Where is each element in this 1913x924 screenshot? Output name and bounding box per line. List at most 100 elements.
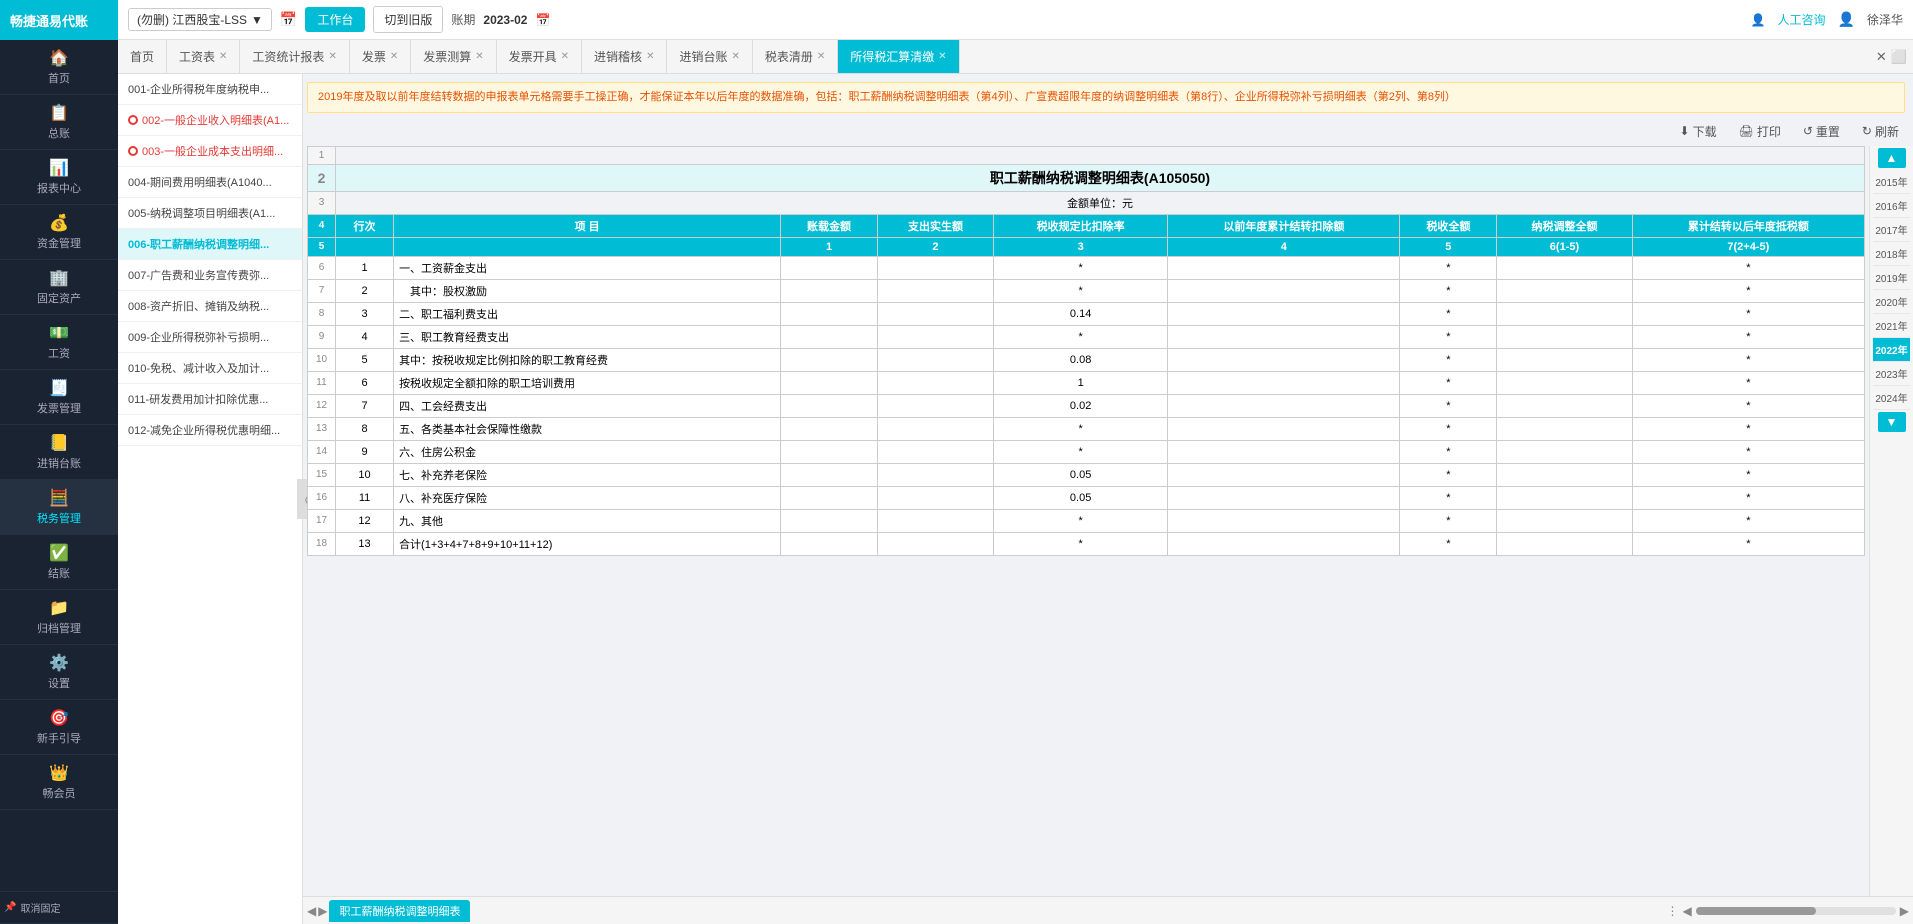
sidebar-item-ledger[interactable]: 📋 总账 [0,95,118,150]
tab-invoice[interactable]: 发票 ✕ [350,40,411,73]
list-item-009[interactable]: 009-企业所得税弥补亏损明... [118,322,302,353]
year-item[interactable]: 2021年 [1873,314,1909,338]
list-item-007[interactable]: 007-广告费和业务宣传费弥... [118,260,302,291]
cell-c6[interactable] [1497,256,1632,279]
cell-c1[interactable] [781,486,878,509]
unpin-button[interactable]: 📌 取消固定 [0,892,118,924]
list-item-003[interactable]: 003-一般企业成本支出明细... [118,136,302,167]
cell-c3[interactable]: 0.05 [994,463,1168,486]
cell-c3[interactable]: * [994,256,1168,279]
scroll-left-icon[interactable]: ◀ [1683,904,1692,918]
cell-c2[interactable] [877,417,993,440]
cell-c5[interactable]: * [1400,463,1497,486]
sidebar-item-funds[interactable]: 💰 资金管理 [0,205,118,260]
cell-c7[interactable]: * [1632,371,1864,394]
cell-c5[interactable]: * [1400,509,1497,532]
tab-invoice-calc[interactable]: 发票测算 ✕ [411,40,496,73]
cell-c4[interactable] [1168,463,1400,486]
cell-c2[interactable] [877,463,993,486]
tab-close-payroll-report[interactable]: ✕ [328,51,336,62]
cell-c6[interactable] [1497,509,1632,532]
tab-close-invoice-issue[interactable]: ✕ [561,51,569,62]
list-item-005[interactable]: 005-纳税调整项目明细表(A1... [118,198,302,229]
tab-purchase-ledger[interactable]: 进销台账 ✕ [667,40,752,73]
cell-c2[interactable] [877,256,993,279]
list-item-008[interactable]: 008-资产折旧、摊销及纳税... [118,291,302,322]
sidebar-item-payroll[interactable]: 💵 工资 [0,315,118,370]
cell-c2[interactable] [877,348,993,371]
tab-close-all-icon[interactable]: ✕ [1876,49,1887,65]
tab-invoice-issue[interactable]: 发票开具 ✕ [497,40,582,73]
tab-maximize-icon[interactable]: ⬜ [1891,49,1907,65]
cell-c7[interactable]: * [1632,532,1864,555]
cell-c5[interactable]: * [1400,394,1497,417]
cell-c3[interactable]: * [994,417,1168,440]
sidebar-item-home[interactable]: 🏠 首页 [0,40,118,95]
tab-tax-register[interactable]: 税表清册 ✕ [753,40,838,73]
year-item[interactable]: 2018年 [1873,242,1909,266]
cell-c6[interactable] [1497,486,1632,509]
cell-c3[interactable]: 1 [994,371,1168,394]
cell-seq[interactable]: 8 [336,417,394,440]
cell-seq[interactable]: 3 [336,302,394,325]
list-item-006[interactable]: 006-职工薪酬纳税调整明细... [118,229,302,260]
cell-c3[interactable]: 0.05 [994,486,1168,509]
cell-c6[interactable] [1497,302,1632,325]
cell-c6[interactable] [1497,371,1632,394]
bottom-tab-sheet[interactable]: 职工薪酬纳税调整明细表 [329,900,470,922]
cell-c5[interactable]: * [1400,325,1497,348]
cell-seq[interactable]: 2 [336,279,394,302]
tab-close-purchase-audit[interactable]: ✕ [646,51,654,62]
cell-c7[interactable]: * [1632,509,1864,532]
cell-c3[interactable]: 0.08 [994,348,1168,371]
cell-c3[interactable]: * [994,325,1168,348]
cell-seq[interactable]: 13 [336,532,394,555]
sidebar-item-guide[interactable]: 🎯 新手引导 [0,700,118,755]
cell-c7[interactable]: * [1632,256,1864,279]
sidebar-item-invoice[interactable]: 🧾 发票管理 [0,370,118,425]
workspace-button[interactable]: 工作台 [305,7,365,32]
year-item[interactable]: 2019年 [1873,266,1909,290]
cell-c1[interactable] [781,348,878,371]
cell-c1[interactable] [781,417,878,440]
cell-seq[interactable]: 9 [336,440,394,463]
refresh-button[interactable]: ↻ 刷新 [1856,121,1905,142]
cell-c6[interactable] [1497,463,1632,486]
cell-c7[interactable]: * [1632,463,1864,486]
cell-c6[interactable] [1497,532,1632,555]
list-item-002[interactable]: 002-一般企业收入明细表(A1... [118,105,302,136]
bottom-nav-left[interactable]: ◀ [307,904,316,918]
support-label[interactable]: 人工咨询 [1778,11,1826,28]
tab-home[interactable]: 首页 [118,40,167,73]
cell-c7[interactable]: * [1632,486,1864,509]
cell-c7[interactable]: * [1632,348,1864,371]
cell-c4[interactable] [1168,532,1400,555]
cell-c6[interactable] [1497,279,1632,302]
cell-c1[interactable] [781,279,878,302]
cell-seq[interactable]: 5 [336,348,394,371]
cell-c4[interactable] [1168,394,1400,417]
cell-c2[interactable] [877,486,993,509]
cell-c2[interactable] [877,532,993,555]
cell-c7[interactable]: * [1632,440,1864,463]
cell-seq[interactable]: 12 [336,509,394,532]
tab-close-tax-register[interactable]: ✕ [817,51,825,62]
cell-c4[interactable] [1168,348,1400,371]
cell-c5[interactable]: * [1400,256,1497,279]
year-nav-down[interactable]: ▼ [1878,412,1906,432]
cell-c6[interactable] [1497,417,1632,440]
cell-c4[interactable] [1168,440,1400,463]
year-item[interactable]: 2016年 [1873,194,1909,218]
cell-seq[interactable]: 4 [336,325,394,348]
cell-c5[interactable]: * [1400,279,1497,302]
cell-seq[interactable]: 10 [336,463,394,486]
tab-close-purchase-ledger[interactable]: ✕ [731,51,739,62]
cell-c6[interactable] [1497,440,1632,463]
year-nav-up[interactable]: ▲ [1878,148,1906,168]
cell-c3[interactable]: * [994,532,1168,555]
cell-c5[interactable]: * [1400,417,1497,440]
cell-c1[interactable] [781,394,878,417]
cell-c4[interactable] [1168,486,1400,509]
cell-c7[interactable]: * [1632,394,1864,417]
cell-c5[interactable]: * [1400,348,1497,371]
